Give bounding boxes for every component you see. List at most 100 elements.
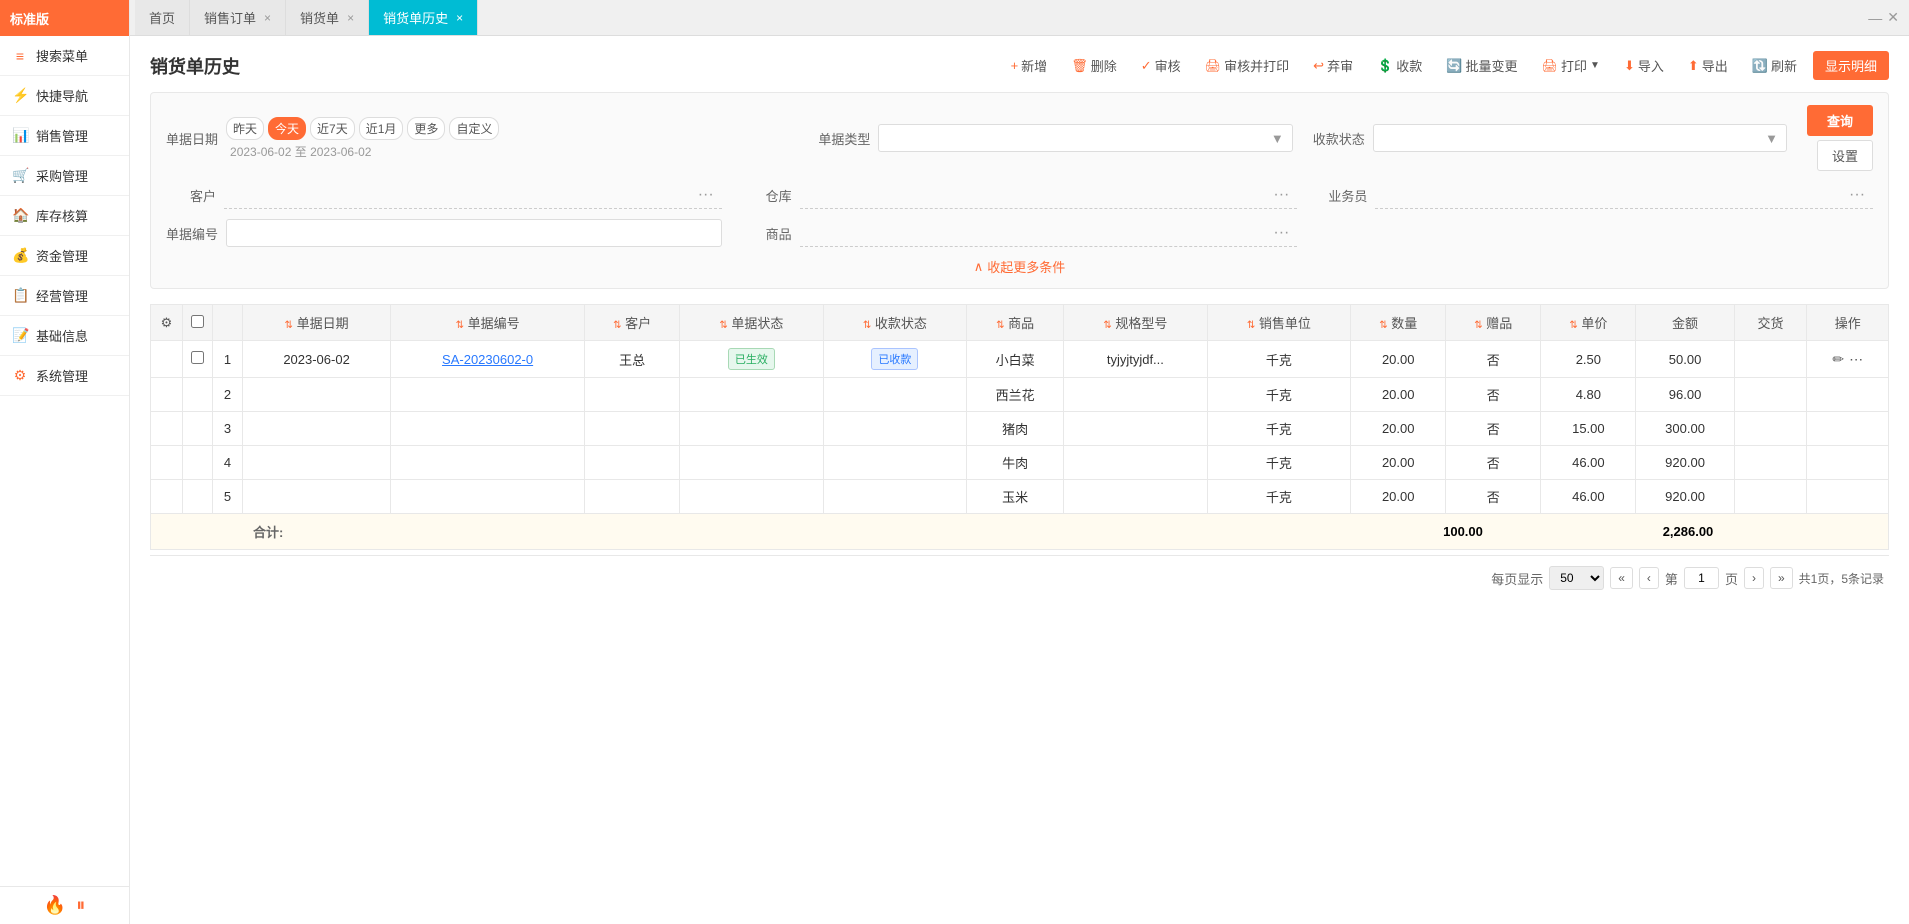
doc-number-column-header[interactable]: ⇅ 单据编号 [391,305,585,341]
page-content: 销货单历史 + 新增 🗑 删除 ✓ 审核 🖨 审核并打印 [130,36,1909,924]
next-page-button[interactable]: › [1744,567,1764,589]
row-spec-type [1064,378,1208,412]
plus-icon: + [1011,58,1019,73]
gift-column-header[interactable]: ⇅ 赠品 [1446,305,1541,341]
tab-sales-order[interactable]: 销售订单 × [190,0,286,35]
doc-status-column-header[interactable]: ⇅ 单据状态 [680,305,824,341]
tab-sales-goods[interactable]: 销货单 × [286,0,369,35]
sort-icon: ⇅ [1569,320,1577,331]
sidebar-item-operations[interactable]: 📋 经营管理 [0,276,129,316]
print-button[interactable]: 🖨 打印 ▼ [1534,52,1608,79]
payment-status-column-header[interactable]: ⇅ 收款状态 [823,305,967,341]
abandon-button[interactable]: ↩ 弃审 [1305,52,1361,79]
delete-button[interactable]: 🗑 删除 [1063,52,1125,79]
select-all-checkbox[interactable] [191,315,204,328]
date-btn-today[interactable]: 今天 [268,117,306,140]
row-checkbox[interactable] [191,351,204,364]
sidebar-item-quick-nav[interactable]: ⚡ 快捷导航 [0,76,129,116]
row-sales-unit: 千克 [1207,378,1351,412]
filter-product-label: 商品 [742,224,792,243]
warehouse-dots-icon[interactable]: ··· [1273,186,1289,204]
tab-sales-goods-close[interactable]: × [347,11,354,25]
quantity-column-header[interactable]: ⇅ 数量 [1351,305,1446,341]
date-btn-7days[interactable]: 近7天 [310,117,355,140]
sidebar-item-system-mgmt[interactable]: ⚙ 系统管理 [0,356,129,396]
sidebar-item-search-menu[interactable]: ≡ 搜索菜单 [0,36,129,76]
tab-sales-history-close[interactable]: × [456,11,463,25]
sidebar-item-purchase-mgmt[interactable]: 🛒 采购管理 [0,156,129,196]
date-btn-1month[interactable]: 近1月 [359,117,404,140]
row-transaction [1734,378,1807,412]
customer-input[interactable]: ··· [224,181,722,209]
tab-sales-order-close[interactable]: × [264,11,271,25]
product-column-header[interactable]: ⇅ 商品 [967,305,1064,341]
more-icon[interactable]: ⋯ [1849,351,1863,367]
collapse-button[interactable]: ∧ 收起更多条件 [166,257,1873,276]
export-button[interactable]: ⬆ 导出 [1680,52,1736,79]
row-action [1807,378,1889,412]
sidebar-item-basic-info[interactable]: 📝 基础信息 [0,316,129,356]
sidebar-item-label: 采购管理 [36,166,88,185]
sidebar-item-label: 基础信息 [36,326,88,345]
doc-type-select[interactable]: ▼ [878,124,1292,152]
last-page-button[interactable]: » [1770,567,1793,589]
collect-button[interactable]: 💲 收款 [1369,52,1430,79]
payment-status-label: 收款状态 [875,316,927,331]
date-btn-custom[interactable]: 自定义 [449,117,499,140]
tab-home-label: 首页 [149,8,175,27]
pagination: 每页显示 50 100 200 « ‹ 第 页 › » 共1页，5条记录 [150,555,1889,600]
spec-type-column-header[interactable]: ⇅ 规格型号 [1064,305,1208,341]
customer-dots-icon[interactable]: ··· [698,186,714,204]
settings-button[interactable]: 设置 [1817,140,1873,171]
edit-icon[interactable]: ✏ [1832,351,1844,367]
sort-icon: ⇅ [863,320,871,331]
row-action [1807,446,1889,480]
sidebar-item-sales-mgmt[interactable]: 📊 销售管理 [0,116,129,156]
payment-status-select[interactable]: ▼ [1373,124,1787,152]
sort-icon: ⇅ [1247,320,1255,331]
window-close-icon[interactable]: ✕ [1887,9,1899,26]
doc-number-link[interactable]: SA-20230602-0 [442,352,533,367]
sales-unit-column-header[interactable]: ⇅ 销售单位 [1207,305,1351,341]
salesperson-input[interactable]: ··· [1375,181,1873,209]
product-dots-icon[interactable]: ··· [1273,224,1289,242]
prev-page-button[interactable]: ‹ [1639,567,1659,589]
customer-column-header[interactable]: ⇅ 客户 [585,305,680,341]
warehouse-input[interactable]: ··· [800,181,1298,209]
row-doc-number[interactable]: SA-20230602-0 [391,341,585,378]
tab-home[interactable]: 首页 [135,0,190,35]
import-button[interactable]: ⬇ 导入 [1616,52,1672,79]
footer-fire-btn[interactable]: 🔥 [44,895,66,916]
show-detail-button[interactable]: 显示明细 [1813,51,1889,80]
first-page-button[interactable]: « [1610,567,1633,589]
sidebar-item-inventory[interactable]: 🏠 库存核算 [0,196,129,236]
page-number-input[interactable] [1684,567,1719,589]
new-button[interactable]: + 新增 [1003,52,1056,79]
date-btn-more[interactable]: 更多 [407,117,445,140]
row-product: 小白菜 [967,341,1064,378]
review-print-button[interactable]: 🖨 审核并打印 [1197,52,1298,79]
date-range-btns: 昨天 今天 近7天 近1月 更多 自定义 [226,117,798,140]
salesperson-dots-icon[interactable]: ··· [1849,186,1865,204]
review-button[interactable]: ✓ 审核 [1133,52,1189,79]
unit-price-column-header[interactable]: ⇅ 单价 [1541,305,1636,341]
doc-number-input[interactable] [226,219,722,247]
window-minimize-icon[interactable]: — [1868,10,1882,26]
sidebar-item-finance[interactable]: 💰 资金管理 [0,236,129,276]
collect-icon: 💲 [1377,58,1393,74]
gear-column-header[interactable]: ⚙ [151,305,183,341]
tab-sales-history[interactable]: 销货单历史 × [369,0,478,35]
query-button[interactable]: 查询 [1807,105,1873,136]
page-label: 第 [1665,569,1678,588]
date-btn-yesterday[interactable]: 昨天 [226,117,264,140]
doc-date-column-header[interactable]: ⇅ 单据日期 [243,305,391,341]
product-input[interactable]: ··· [800,219,1298,247]
row-unit-price: 46.00 [1541,446,1636,480]
footer-pause-btn[interactable]: ⏸ [76,895,85,916]
per-page-select[interactable]: 50 100 200 [1549,566,1604,590]
filter-warehouse-label: 仓库 [742,186,792,205]
payment-status-arrow-icon: ▼ [1765,131,1778,146]
delete-icon: 🗑 [1071,58,1088,74]
batch-change-button[interactable]: 🔄 批量变更 [1438,52,1525,79]
refresh-button[interactable]: 🔃 刷新 [1744,52,1805,79]
